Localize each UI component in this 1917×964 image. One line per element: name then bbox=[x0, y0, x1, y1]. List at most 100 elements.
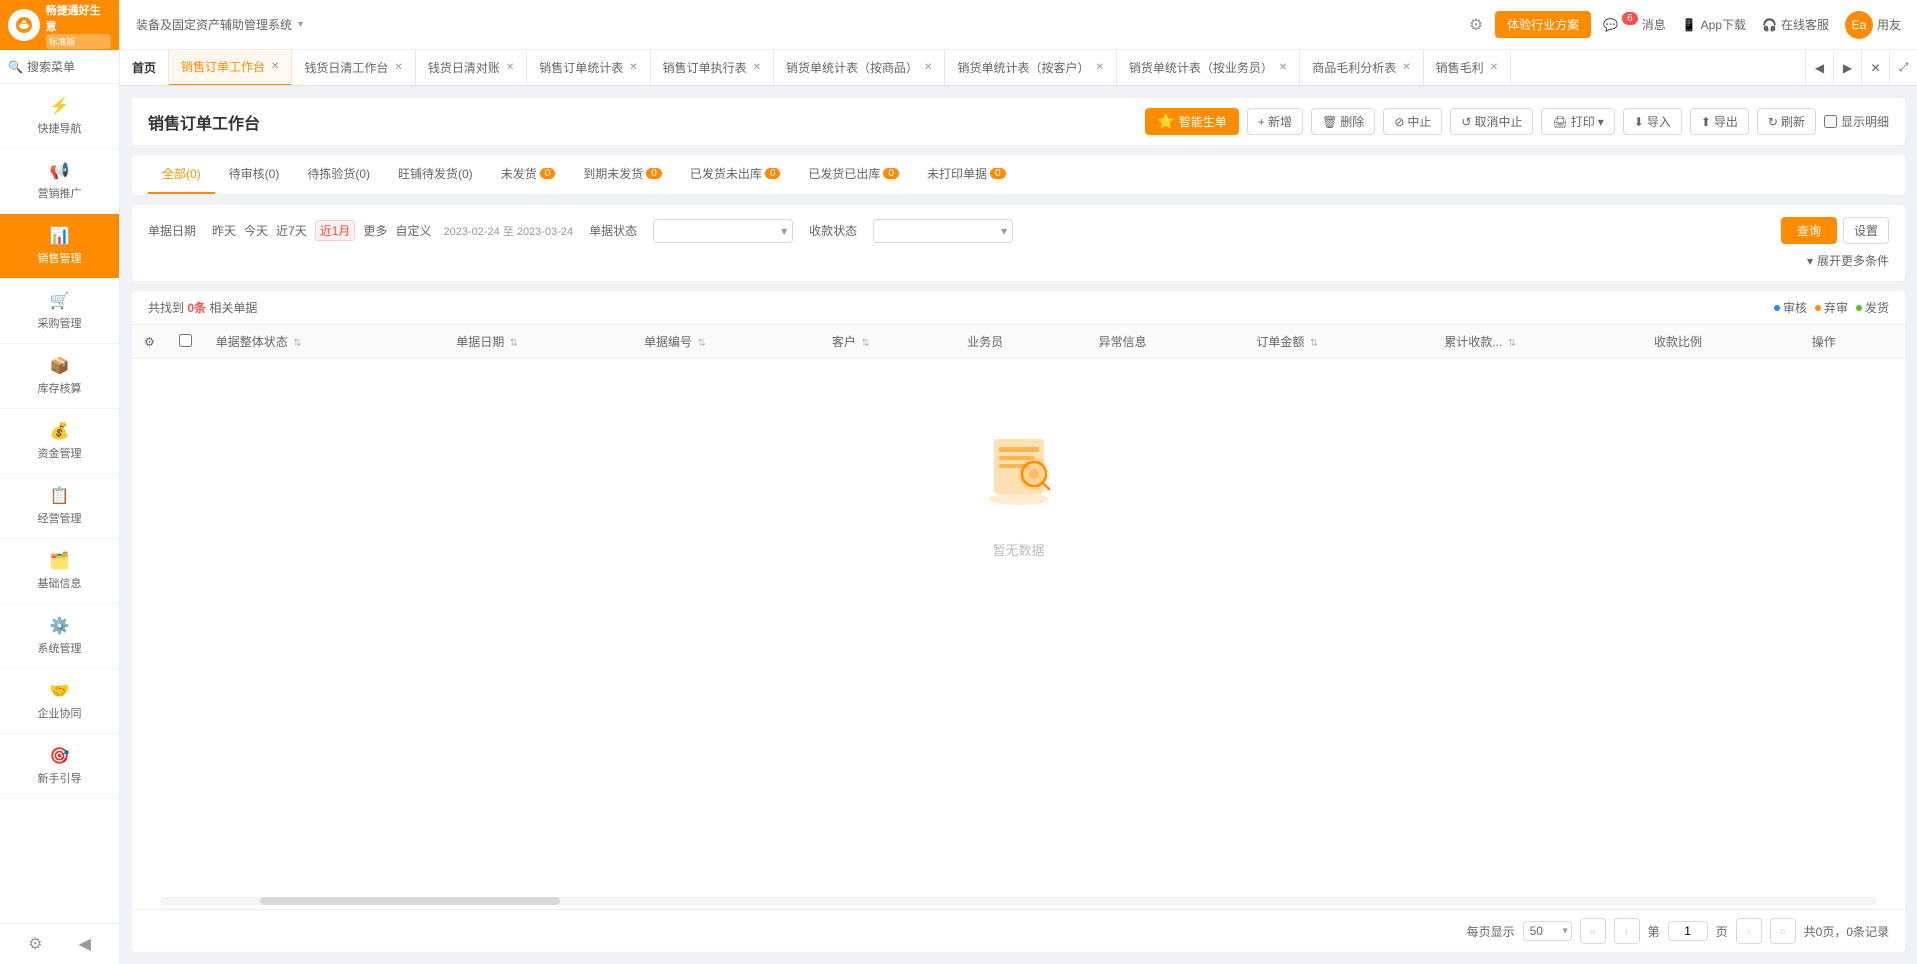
refresh-button[interactable]: ↻ 刷新 bbox=[1757, 108, 1816, 135]
tab-close-icon[interactable]: ✕ bbox=[1402, 62, 1410, 73]
table-scroll[interactable]: ⚙ 单据整体状态 ⇅ 单据日期 ⇅ bbox=[132, 325, 1905, 893]
tabs-scroll-left-btn[interactable]: ◀ bbox=[1805, 50, 1833, 86]
tab-sales-by-customer[interactable]: 销货单统计表（按客户） ✕ bbox=[945, 50, 1116, 86]
message-btn[interactable]: 💬 6 消息 bbox=[1603, 16, 1666, 33]
sub-tab-shipped-out[interactable]: 已发货已出库 0 bbox=[794, 155, 913, 194]
tab-gross-margin[interactable]: 商品毛利分析表 ✕ bbox=[1300, 50, 1423, 86]
tab-sales-exec[interactable]: 销售订单执行表 ✕ bbox=[651, 50, 774, 86]
sort-icon[interactable]: ⇅ bbox=[1508, 338, 1516, 349]
show-detail-check[interactable] bbox=[1824, 115, 1837, 128]
payment-select[interactable] bbox=[873, 219, 1013, 243]
tabs-close-all-btn[interactable]: ✕ bbox=[1861, 50, 1889, 86]
batch-cancel-review-btn[interactable]: 弃审 bbox=[1815, 299, 1848, 316]
first-page-btn[interactable]: « bbox=[1580, 918, 1606, 944]
setting-button[interactable]: 设置 bbox=[1843, 217, 1889, 244]
date-opt-yesterday[interactable]: 昨天 bbox=[212, 222, 236, 239]
query-button[interactable]: 查询 bbox=[1781, 217, 1837, 244]
sort-icon[interactable]: ⇅ bbox=[861, 338, 869, 349]
scrollbar-thumb[interactable] bbox=[260, 897, 560, 905]
page-number-input[interactable] bbox=[1668, 921, 1708, 941]
sub-tab-wangpu-ship[interactable]: 旺铺待发货(0) bbox=[384, 155, 487, 194]
tab-sales-by-salesman[interactable]: 销货单统计表（按业务员） ✕ bbox=[1117, 50, 1300, 86]
last-page-btn[interactable]: » bbox=[1770, 918, 1796, 944]
tabs-maximize-btn[interactable]: ⤢ bbox=[1889, 50, 1917, 86]
cancel-abort-button[interactable]: ↺ 取消中止 bbox=[1450, 108, 1533, 135]
abort-button[interactable]: ⊘ 中止 bbox=[1383, 108, 1442, 135]
expand-filter-btn[interactable]: ▾ 展开更多条件 bbox=[1807, 252, 1889, 269]
tab-close-icon[interactable]: ✕ bbox=[629, 62, 637, 73]
sidebar-item-marketing[interactable]: 📢 营销推广 bbox=[0, 149, 119, 214]
th-order-amount: 订单金额 ⇅ bbox=[1244, 325, 1432, 359]
status-select[interactable] bbox=[653, 219, 793, 243]
export-button[interactable]: ⬆ 导出 bbox=[1690, 108, 1749, 135]
sidebar-settings-btn[interactable]: ⚙ bbox=[28, 934, 42, 954]
sub-tab-pending-check[interactable]: 待拣验货(0) bbox=[293, 155, 384, 194]
date-opt-today[interactable]: 今天 bbox=[244, 222, 268, 239]
new-button[interactable]: + 新增 bbox=[1247, 108, 1303, 135]
tab-close-icon[interactable]: ✕ bbox=[753, 62, 761, 73]
sidebar-item-finance[interactable]: 💰 资金管理 bbox=[0, 409, 119, 474]
date-opt-1month[interactable]: 近1月 bbox=[315, 220, 356, 241]
chevron-down-icon: ▾ bbox=[1807, 254, 1813, 268]
tab-cash-reconcile[interactable]: 钱货日清对账 ✕ bbox=[416, 50, 527, 86]
per-page-select[interactable]: 10 20 50 100 bbox=[1523, 921, 1572, 941]
sort-icon[interactable]: ⇅ bbox=[1310, 338, 1318, 349]
tab-close-icon[interactable]: ✕ bbox=[394, 62, 402, 73]
sort-icon[interactable]: ⇅ bbox=[697, 338, 705, 349]
sort-icon[interactable]: ⇅ bbox=[293, 338, 301, 349]
date-opt-custom[interactable]: 自定义 bbox=[395, 222, 431, 239]
tab-home[interactable]: 首页 bbox=[120, 50, 169, 86]
settings-icon[interactable]: ⚙ bbox=[1469, 15, 1483, 35]
sidebar-item-search[interactable]: 🔍 搜索菜单 bbox=[0, 50, 119, 84]
tab-sales-by-goods[interactable]: 销货单统计表（按商品） ✕ bbox=[774, 50, 945, 86]
sidebar-item-management[interactable]: 📋 经营管理 bbox=[0, 474, 119, 539]
sidebar-item-sales[interactable]: 📊 销售管理 bbox=[0, 214, 119, 279]
delete-button[interactable]: 🗑 删除 bbox=[1311, 108, 1375, 135]
sidebar-item-inventory[interactable]: 📦 库存核算 bbox=[0, 344, 119, 409]
sort-icon[interactable]: ⇅ bbox=[510, 338, 518, 349]
tab-close-icon[interactable]: ✕ bbox=[271, 61, 279, 72]
sub-tab-all[interactable]: 全部(0) bbox=[148, 155, 215, 194]
sidebar-bottom: ⚙ ◀ bbox=[0, 923, 119, 964]
horizontal-scrollbar[interactable] bbox=[132, 893, 1905, 909]
sub-tab-shipped-not-out[interactable]: 已发货未出库 0 bbox=[676, 155, 795, 194]
settings-icon[interactable]: ⚙ bbox=[144, 335, 155, 349]
import-button[interactable]: ⬇ 导入 bbox=[1623, 108, 1682, 135]
sidebar-item-basic-info[interactable]: 🗂️ 基础信息 bbox=[0, 539, 119, 604]
select-all-checkbox[interactable] bbox=[179, 334, 192, 347]
tab-sales-stat[interactable]: 销售订单统计表 ✕ bbox=[527, 50, 650, 86]
prev-page-btn[interactable]: ‹ bbox=[1614, 918, 1640, 944]
tab-close-icon[interactable]: ✕ bbox=[1279, 62, 1287, 73]
sub-tab-unprinted[interactable]: 未打印单据 0 bbox=[913, 155, 1020, 194]
date-opt-more[interactable]: 更多 bbox=[363, 222, 387, 239]
sub-tab-unshipped[interactable]: 未发货 0 bbox=[487, 155, 570, 194]
print-icon: 🖨 bbox=[1552, 115, 1567, 129]
next-page-btn[interactable]: › bbox=[1736, 918, 1762, 944]
sidebar-item-enterprise[interactable]: 🤝 企业协同 bbox=[0, 669, 119, 734]
sidebar-collapse-btn[interactable]: ◀ bbox=[79, 934, 91, 954]
tab-close-icon[interactable]: ✕ bbox=[506, 62, 514, 73]
tab-sales-gross[interactable]: 销售毛利 ✕ bbox=[1424, 50, 1511, 86]
tab-sales-order-workbench[interactable]: 销售订单工作台 ✕ bbox=[169, 50, 292, 86]
sub-tab-pending-review[interactable]: 待审核(0) bbox=[215, 155, 294, 194]
batch-ship-btn[interactable]: 发货 bbox=[1856, 299, 1889, 316]
batch-review-btn[interactable]: 审核 bbox=[1774, 299, 1807, 316]
sidebar-item-quick-nav[interactable]: ⚡ 快捷导航 bbox=[0, 84, 119, 149]
online-service-btn[interactable]: 🎧 在线客服 bbox=[1762, 16, 1829, 33]
sidebar-item-system[interactable]: ⚙️ 系统管理 bbox=[0, 604, 119, 669]
tab-close-icon[interactable]: ✕ bbox=[1095, 62, 1103, 73]
sub-tab-overdue-unshipped[interactable]: 到期未发货 0 bbox=[569, 155, 676, 194]
smart-create-button[interactable]: ⭐ 智能生单 bbox=[1145, 108, 1238, 135]
show-detail-checkbox[interactable]: 显示明细 bbox=[1824, 113, 1889, 130]
date-opt-7days[interactable]: 近7天 bbox=[276, 222, 307, 239]
print-button[interactable]: 🖨 打印 ▾ bbox=[1541, 108, 1614, 135]
app-download-btn[interactable]: 📱 App下载 bbox=[1682, 16, 1746, 33]
user-menu[interactable]: Ea 用友 bbox=[1845, 11, 1901, 39]
tabs-scroll-right-btn[interactable]: ▶ bbox=[1833, 50, 1861, 86]
tab-close-icon[interactable]: ✕ bbox=[1490, 62, 1498, 73]
industry-solution-button[interactable]: 体验行业方案 bbox=[1495, 11, 1591, 38]
tab-cash-daily[interactable]: 钱货日清工作台 ✕ bbox=[292, 50, 415, 86]
sidebar-item-purchase[interactable]: 🛒 采购管理 bbox=[0, 279, 119, 344]
tab-close-icon[interactable]: ✕ bbox=[924, 62, 932, 73]
sidebar-item-guide[interactable]: 🎯 新手引导 bbox=[0, 734, 119, 799]
